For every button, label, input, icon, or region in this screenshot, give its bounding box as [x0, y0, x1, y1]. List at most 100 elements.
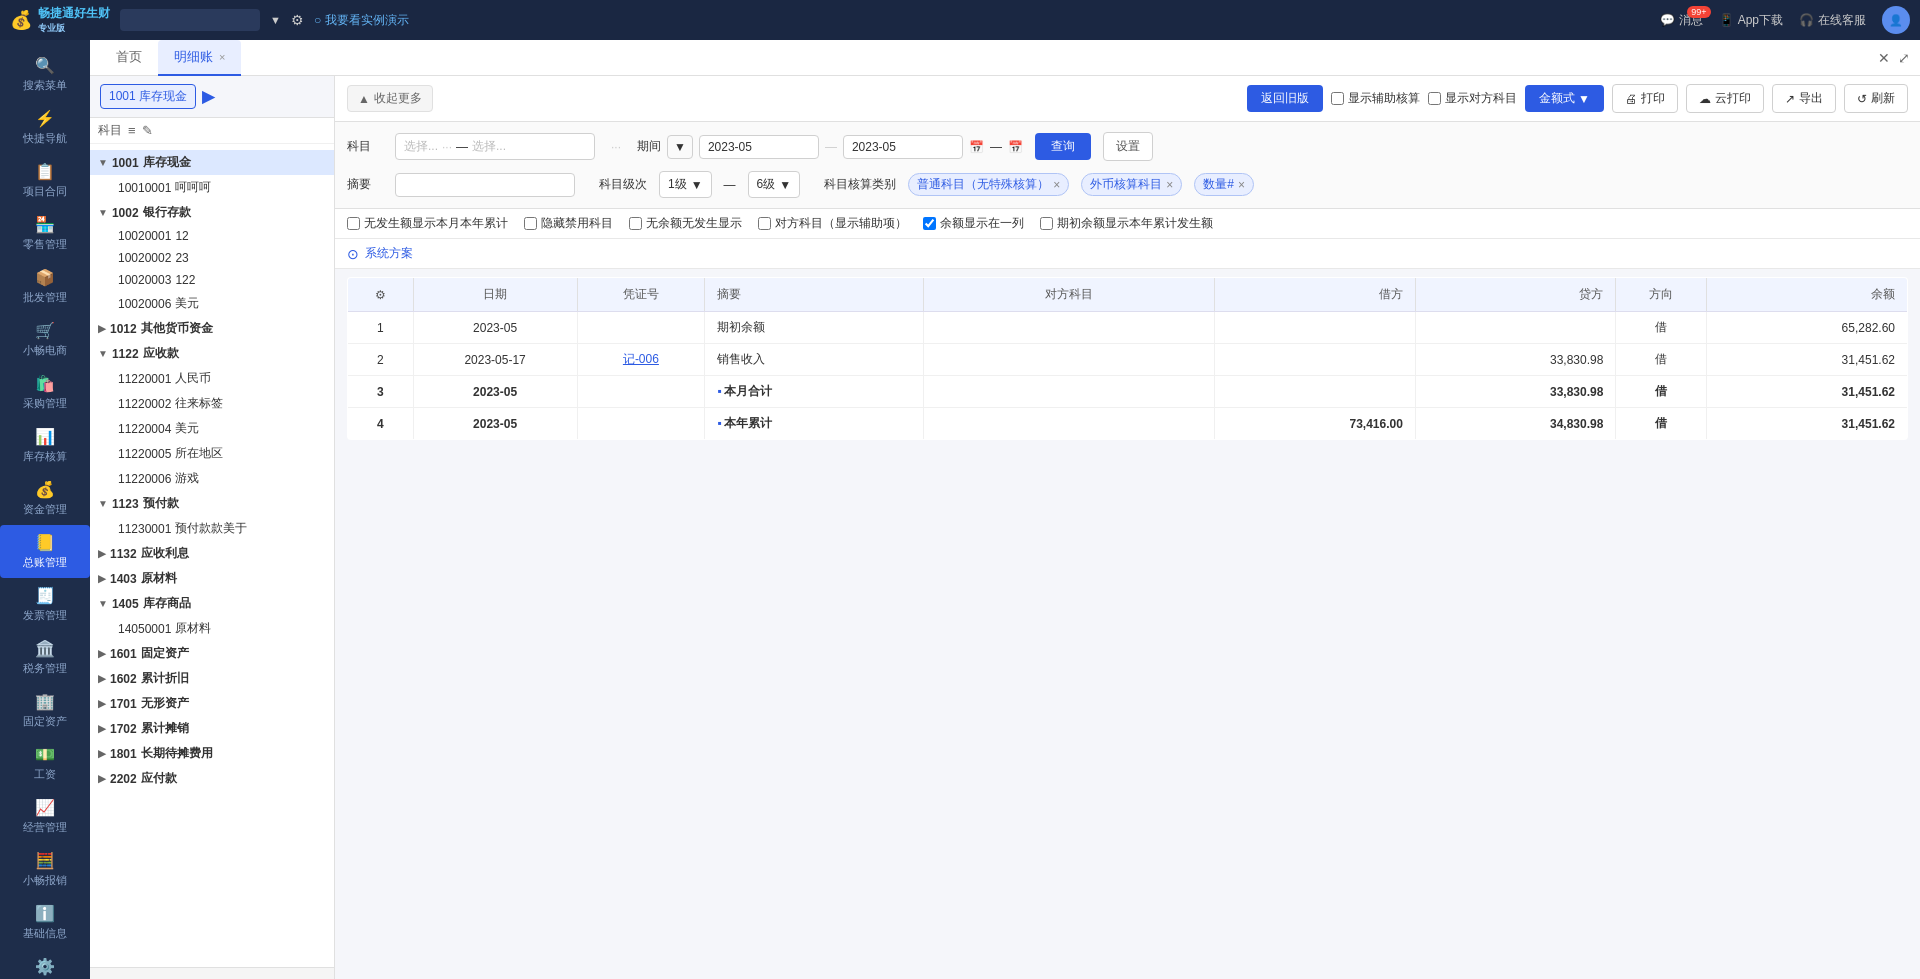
period-type-select[interactable]: ▼ [667, 135, 693, 159]
tree-item-10020001[interactable]: 10020001 12 [90, 225, 334, 247]
voucher-link[interactable]: 记-006 [623, 352, 659, 366]
sidebar-item-retail[interactable]: 🏪 零售管理 [0, 207, 90, 260]
window-close-button[interactable]: ✕ [1878, 50, 1890, 66]
tree-item-11220002[interactable]: 11220002 往来标签 [90, 391, 334, 416]
tree-item-1801[interactable]: ▶ 1801 长期待摊费用 [90, 741, 334, 766]
tree-item-1001[interactable]: ▼ 1001 库存现金 [90, 150, 334, 175]
tree-item-14050001[interactable]: 14050001 原材料 [90, 616, 334, 641]
tree-item-1602[interactable]: ▶ 1602 累计折旧 [90, 666, 334, 691]
tree-item-1122[interactable]: ▼ 1122 应收款 [90, 341, 334, 366]
tree-item-10020002[interactable]: 10020002 23 [90, 247, 334, 269]
tree-item-11220006[interactable]: 11220006 游戏 [90, 466, 334, 491]
sidebar-item-invoice[interactable]: 🧾 发票管理 [0, 578, 90, 631]
tab-detail[interactable]: 明细账 × [158, 40, 241, 76]
option-balance-one-col[interactable]: 余额显示在一列 [923, 215, 1024, 232]
gold-mode-button[interactable]: 金额式 ▼ [1525, 85, 1604, 112]
tree-scrollbar[interactable] [90, 967, 334, 979]
tree-item-1403[interactable]: ▶ 1403 原材料 [90, 566, 334, 591]
calendar-end-icon[interactable]: 📅 [1008, 140, 1023, 154]
tab-home[interactable]: 首页 [100, 40, 158, 76]
type-tag-2[interactable]: 外币核算科目 × [1081, 173, 1182, 196]
sidebar-item-ecommerce[interactable]: 🛒 小畅电商 [0, 313, 90, 366]
sidebar-item-search[interactable]: 🔍 搜索菜单 [0, 48, 90, 101]
tree-item-11230001[interactable]: 11230001 预付款款美于 [90, 516, 334, 541]
level-start-select[interactable]: 1级 ▼ [659, 171, 712, 198]
sidebar-item-wholesale[interactable]: 📦 批发管理 [0, 260, 90, 313]
tree-item-11220005[interactable]: 11220005 所在地区 [90, 441, 334, 466]
col-gear-header[interactable]: ⚙ [348, 278, 414, 312]
sidebar-item-finance[interactable]: 💰 资金管理 [0, 472, 90, 525]
message-button[interactable]: 💬 消息 99+ [1660, 12, 1703, 29]
export-button[interactable]: ↗ 导出 [1772, 84, 1836, 113]
table-gear-icon[interactable]: ⚙ [375, 288, 386, 302]
sidebar-item-purchase[interactable]: 🛍️ 采购管理 [0, 366, 90, 419]
tree-nav-icon[interactable]: ▶ [202, 87, 214, 106]
settings-button[interactable]: 设置 [1103, 132, 1153, 161]
collect-button[interactable]: ▲ 收起更多 [347, 85, 433, 112]
option-no-occurrence[interactable]: 无发生额显示本月本年累计 [347, 215, 508, 232]
type-tag-1[interactable]: 普通科目（无特殊核算） × [908, 173, 1069, 196]
option-opening-balance[interactable]: 期初余额显示本年累计发生额 [1040, 215, 1213, 232]
tree-item-1132[interactable]: ▶ 1132 应收利息 [90, 541, 334, 566]
settings-gear-icon[interactable]: ⚙ [291, 12, 304, 28]
tab-close-icon[interactable]: × [219, 51, 225, 63]
period-start-input[interactable] [699, 135, 819, 159]
app-download-button[interactable]: 📱 App下载 [1719, 12, 1783, 29]
sidebar-item-tax[interactable]: 🏛️ 税务管理 [0, 631, 90, 684]
tree-header-tag[interactable]: 1001 库存现金 [100, 84, 196, 109]
sidebar-item-basic-info[interactable]: ℹ️ 基础信息 [0, 896, 90, 949]
level-end-select[interactable]: 6级 ▼ [748, 171, 801, 198]
option-hide-disabled[interactable]: 隐藏禁用科目 [524, 215, 613, 232]
show-opposite-checkbox[interactable]: 显示对方科目 [1428, 90, 1517, 107]
option-no-balance[interactable]: 无余额无发生显示 [629, 215, 742, 232]
tree-item-2202[interactable]: ▶ 2202 应付款 [90, 766, 334, 791]
search-dropdown-icon[interactable]: ▼ [270, 14, 281, 26]
tag-close-icon[interactable]: × [1053, 178, 1060, 192]
tree-item-10020006[interactable]: 10020006 美元 [90, 291, 334, 316]
tree-item-1702[interactable]: ▶ 1702 累计摊销 [90, 716, 334, 741]
tree-item-1405[interactable]: ▼ 1405 库存商品 [90, 591, 334, 616]
sidebar-item-inventory[interactable]: 📊 库存核算 [0, 419, 90, 472]
sidebar-item-management[interactable]: 📈 经营管理 [0, 790, 90, 843]
demo-link[interactable]: ○ 我要看实例演示 [314, 12, 409, 29]
user-avatar[interactable]: 👤 [1882, 6, 1910, 34]
sidebar-item-fixed-assets[interactable]: 🏢 固定资产 [0, 684, 90, 737]
tree-item-1123[interactable]: ▼ 1123 预付款 [90, 491, 334, 516]
sidebar-item-project[interactable]: 📋 项目合同 [0, 154, 90, 207]
subject-input-area[interactable]: 选择... ··· — 选择... [395, 133, 595, 160]
global-search-input[interactable] [120, 9, 260, 31]
sidebar-item-system[interactable]: ⚙️ 系统管理 [0, 949, 90, 979]
sidebar-item-ledger[interactable]: 📒 总账管理 [0, 525, 90, 578]
option-opposite-subject[interactable]: 对方科目（显示辅助项） [758, 215, 907, 232]
tree-toolbar-edit-icon[interactable]: ✎ [142, 123, 153, 138]
tree-item-11220004[interactable]: 11220004 美元 [90, 416, 334, 441]
tree-item-10010001[interactable]: 10010001 呵呵呵 [90, 175, 334, 200]
window-expand-button[interactable]: ⤢ [1898, 50, 1910, 66]
cloud-print-button[interactable]: ☁ 云打印 [1686, 84, 1764, 113]
show-aux-checkbox[interactable]: 显示辅助核算 [1331, 90, 1420, 107]
tree-content[interactable]: ▼ 1001 库存现金 10010001 呵呵呵 ▼ 1002 银行存款 [90, 144, 334, 967]
summary-input[interactable] [395, 173, 575, 197]
tag-close-icon[interactable]: × [1166, 178, 1173, 192]
tree-item-1002[interactable]: ▼ 1002 银行存款 [90, 200, 334, 225]
tree-item-1601[interactable]: ▶ 1601 固定资产 [90, 641, 334, 666]
print-button[interactable]: 🖨 打印 [1612, 84, 1678, 113]
tree-item-1012[interactable]: ▶ 1012 其他货币资金 [90, 316, 334, 341]
online-service-button[interactable]: 🎧 在线客服 [1799, 12, 1866, 29]
sidebar-item-quick-nav[interactable]: ⚡ 快捷导航 [0, 101, 90, 154]
return-old-button[interactable]: 返回旧版 [1247, 85, 1323, 112]
tree-item-10020003[interactable]: 10020003 122 [90, 269, 334, 291]
refresh-button[interactable]: ↺ 刷新 [1844, 84, 1908, 113]
calendar-start-icon[interactable]: 📅 [969, 140, 984, 154]
period-end-input[interactable] [843, 135, 963, 159]
search-button[interactable]: 查询 [1035, 133, 1091, 160]
row-voucher[interactable]: 记-006 [577, 344, 705, 376]
tree-toolbar-list-icon[interactable]: ≡ [128, 123, 136, 138]
tree-item-11220001[interactable]: 11220001 人民币 [90, 366, 334, 391]
type-tag-3[interactable]: 数量# × [1194, 173, 1254, 196]
tree-item-1701[interactable]: ▶ 1701 无形资产 [90, 691, 334, 716]
sidebar-item-expense[interactable]: 🧮 小畅报销 [0, 843, 90, 896]
scheme-label[interactable]: 系统方案 [365, 245, 413, 262]
sidebar-item-payroll[interactable]: 💵 工资 [0, 737, 90, 790]
tag-close-icon[interactable]: × [1238, 178, 1245, 192]
